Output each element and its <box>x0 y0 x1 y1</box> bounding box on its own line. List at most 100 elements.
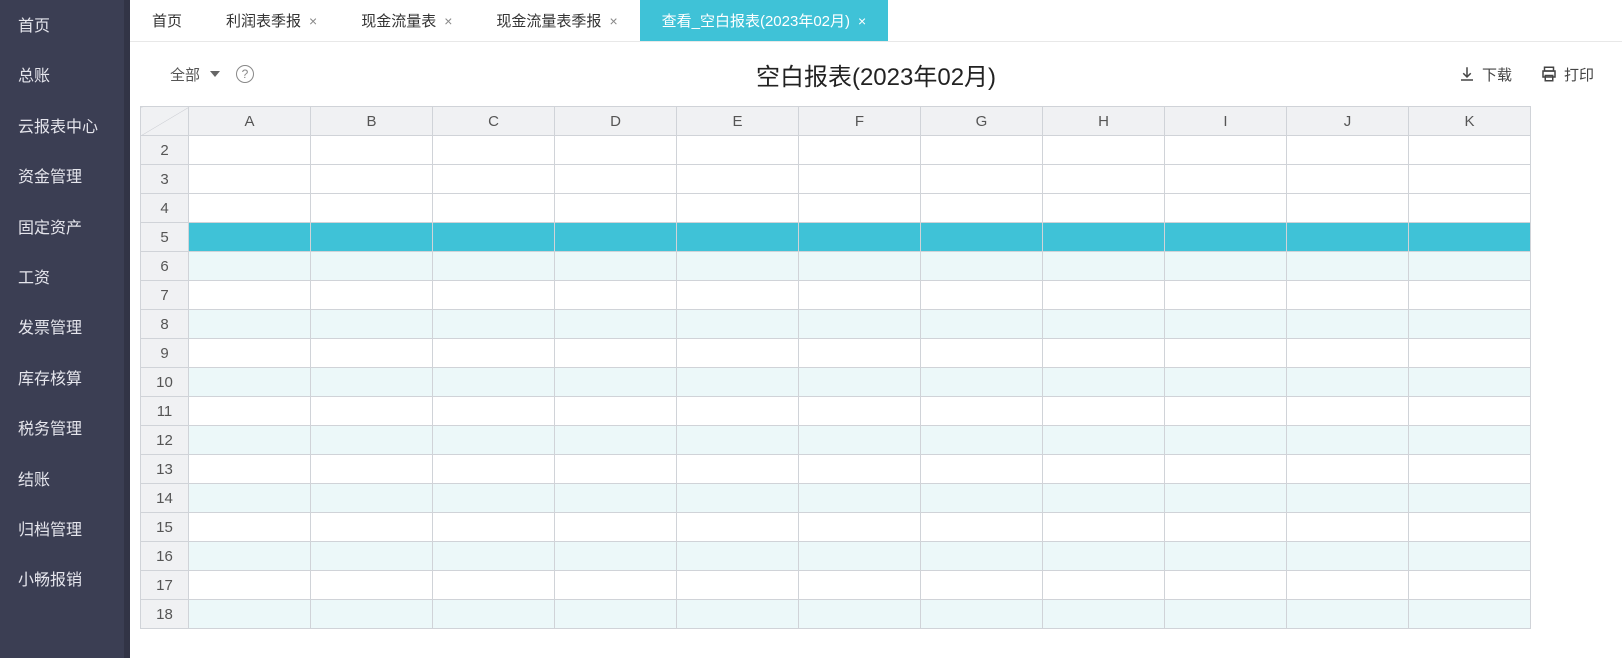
cell[interactable] <box>1043 339 1165 368</box>
cell[interactable] <box>311 600 433 629</box>
cell[interactable] <box>921 426 1043 455</box>
cell[interactable] <box>311 339 433 368</box>
cell[interactable] <box>1409 455 1531 484</box>
cell[interactable] <box>1165 368 1287 397</box>
cell[interactable] <box>555 484 677 513</box>
cell[interactable] <box>189 310 311 339</box>
row-header[interactable]: 4 <box>141 194 189 223</box>
cell[interactable] <box>1165 194 1287 223</box>
cell[interactable] <box>555 194 677 223</box>
cell[interactable] <box>677 281 799 310</box>
cell[interactable] <box>311 310 433 339</box>
cell[interactable] <box>1409 281 1531 310</box>
cell[interactable] <box>1165 571 1287 600</box>
cell[interactable] <box>1165 484 1287 513</box>
cell[interactable] <box>1043 368 1165 397</box>
cell[interactable] <box>433 542 555 571</box>
corner-cell[interactable] <box>141 107 189 136</box>
cell[interactable] <box>311 165 433 194</box>
cell[interactable] <box>311 513 433 542</box>
cell[interactable] <box>433 455 555 484</box>
cell[interactable] <box>555 571 677 600</box>
column-header[interactable]: K <box>1409 107 1531 136</box>
cell[interactable] <box>1287 194 1409 223</box>
row-header[interactable]: 18 <box>141 600 189 629</box>
cell[interactable] <box>555 281 677 310</box>
cell[interactable] <box>677 339 799 368</box>
row-header[interactable]: 3 <box>141 165 189 194</box>
cell[interactable] <box>921 600 1043 629</box>
cell[interactable] <box>189 194 311 223</box>
cell[interactable] <box>1043 252 1165 281</box>
sidebar-item-salary[interactable]: 工资 <box>0 254 130 304</box>
cell[interactable] <box>921 513 1043 542</box>
cell[interactable] <box>1043 136 1165 165</box>
cell[interactable] <box>677 600 799 629</box>
cell[interactable] <box>433 513 555 542</box>
cell[interactable] <box>189 397 311 426</box>
cell[interactable] <box>1043 194 1165 223</box>
cell[interactable] <box>311 484 433 513</box>
column-header[interactable]: J <box>1287 107 1409 136</box>
cell[interactable] <box>189 368 311 397</box>
column-header[interactable]: H <box>1043 107 1165 136</box>
sidebar-item-archive[interactable]: 归档管理 <box>0 506 130 556</box>
cell[interactable] <box>677 571 799 600</box>
cell[interactable] <box>1165 281 1287 310</box>
row-header[interactable]: 14 <box>141 484 189 513</box>
cell[interactable] <box>921 339 1043 368</box>
cell[interactable] <box>433 252 555 281</box>
cell[interactable] <box>677 252 799 281</box>
column-header[interactable]: B <box>311 107 433 136</box>
cell[interactable] <box>1287 571 1409 600</box>
cell[interactable] <box>1165 455 1287 484</box>
cell[interactable] <box>555 310 677 339</box>
cell[interactable] <box>1409 484 1531 513</box>
cell[interactable] <box>555 397 677 426</box>
cell[interactable] <box>799 484 921 513</box>
cell[interactable] <box>1409 310 1531 339</box>
cell[interactable] <box>921 165 1043 194</box>
cell[interactable] <box>433 397 555 426</box>
cell[interactable] <box>1043 426 1165 455</box>
cell[interactable] <box>1043 455 1165 484</box>
cell[interactable] <box>1287 600 1409 629</box>
cell[interactable] <box>433 426 555 455</box>
cell[interactable] <box>799 223 921 252</box>
cell[interactable] <box>1287 223 1409 252</box>
cell[interactable] <box>677 223 799 252</box>
cell[interactable] <box>311 542 433 571</box>
cell[interactable] <box>433 223 555 252</box>
print-button[interactable]: 打印 <box>1540 64 1594 85</box>
cell[interactable] <box>921 136 1043 165</box>
cell[interactable] <box>311 368 433 397</box>
cell[interactable] <box>921 455 1043 484</box>
cell[interactable] <box>1287 397 1409 426</box>
close-icon[interactable]: × <box>609 13 617 29</box>
download-button[interactable]: 下载 <box>1458 64 1512 85</box>
cell[interactable] <box>311 571 433 600</box>
cell[interactable] <box>433 339 555 368</box>
cell[interactable] <box>433 136 555 165</box>
cell[interactable] <box>311 194 433 223</box>
cell[interactable] <box>1287 368 1409 397</box>
cell[interactable] <box>677 194 799 223</box>
cell[interactable] <box>799 513 921 542</box>
cell[interactable] <box>189 281 311 310</box>
tab-home[interactable]: 首页 <box>130 0 204 41</box>
cell[interactable] <box>555 455 677 484</box>
cell[interactable] <box>921 281 1043 310</box>
cell[interactable] <box>189 136 311 165</box>
cell[interactable] <box>189 223 311 252</box>
cell[interactable] <box>1287 455 1409 484</box>
cell[interactable] <box>1165 223 1287 252</box>
cell[interactable] <box>1043 600 1165 629</box>
cell[interactable] <box>433 310 555 339</box>
column-header[interactable]: D <box>555 107 677 136</box>
cell[interactable] <box>1165 513 1287 542</box>
cell[interactable] <box>799 571 921 600</box>
cell[interactable] <box>1287 165 1409 194</box>
filter-dropdown[interactable]: 全部 ? <box>170 64 254 85</box>
cell[interactable] <box>1165 165 1287 194</box>
cell[interactable] <box>311 397 433 426</box>
